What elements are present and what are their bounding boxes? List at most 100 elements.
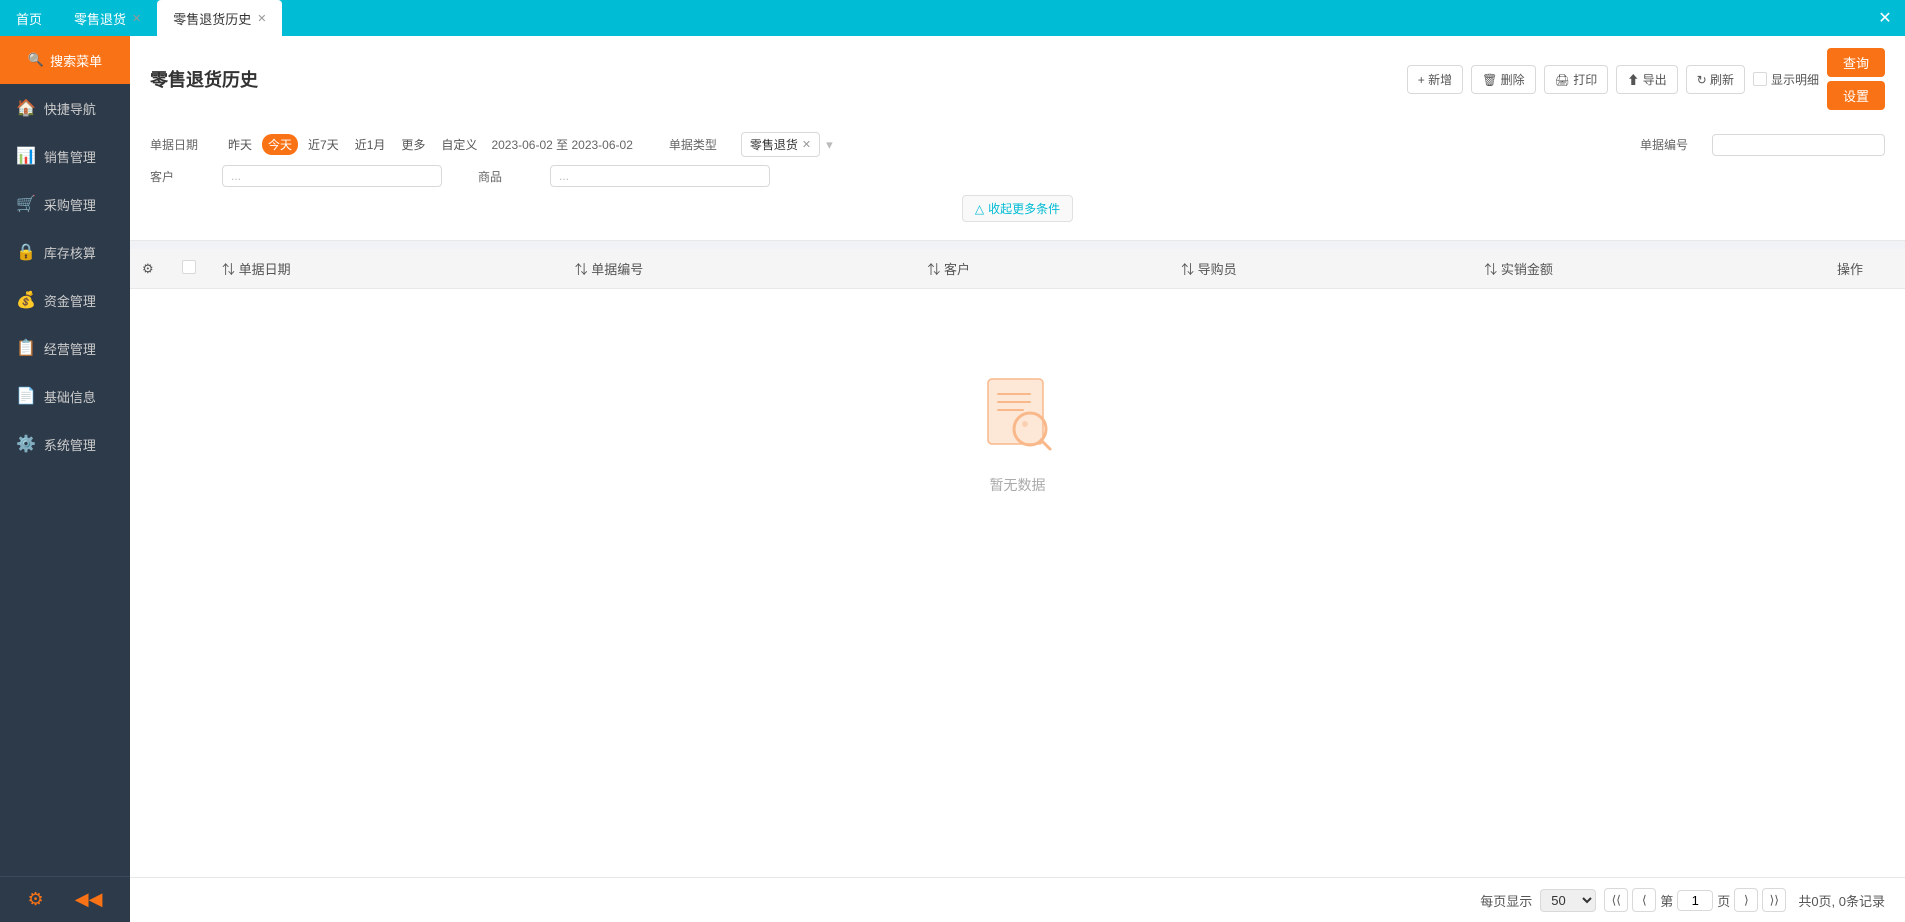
date-btn-7days[interactable]: 近7天 [302,134,345,155]
query-button[interactable]: 查询 [1827,48,1885,77]
operations-icon: 📋 [16,338,36,358]
date-btn-1month[interactable]: 近1月 [349,134,392,155]
collapse-button[interactable]: △ 收起更多条件 [962,195,1073,222]
date-options: 昨天 今天 近7天 近1月 更多 自定义 2023-06-02 至 2023-0… [222,134,633,155]
per-page-label: 每页显示 [1480,891,1532,910]
query-btn-group: 查询 设置 [1827,48,1885,110]
doc-type-tag-remove[interactable]: ✕ [802,138,811,151]
date-btn-today[interactable]: 今天 [262,134,298,155]
table-body: 暂无数据 [130,289,1905,576]
search-icon: 🔍 [28,52,44,68]
date-btn-yesterday[interactable]: 昨天 [222,134,258,155]
refresh-button[interactable]: ↻ 刷新 [1686,65,1745,94]
doc-type-dropdown[interactable]: ▾ [826,137,833,153]
total-info: 共0页, 0条记录 [1798,891,1885,910]
tab-retail-return-close[interactable]: ✕ [132,12,141,25]
tab-home[interactable]: 首页 [0,0,58,36]
tab-retail-return-history-label: 零售退货历史 [173,9,251,28]
sidebar-item-sales-mgmt[interactable]: 📊 销售管理 [0,132,130,180]
window-close-button[interactable]: ✕ [1865,0,1905,36]
sidebar-item-basic-info[interactable]: 📄 基础信息 [0,372,130,420]
delete-button[interactable]: 🗑 删除 [1471,65,1536,94]
tab-retail-return-history[interactable]: 零售退货历史 ✕ [157,0,282,36]
collapse-label: 收起更多条件 [988,200,1060,217]
display-toggle: 显示明细 [1753,71,1819,88]
export-button[interactable]: ⬆ 导出 [1616,65,1677,94]
th-action: 操作 [1825,249,1905,289]
sidebar-item-purchase-mgmt-label: 采购管理 [44,195,96,214]
date-range-display: 2023-06-02 至 2023-06-02 [491,136,632,153]
sidebar: 🔍 搜索菜单 🏠 快捷导航 📊 销售管理 🛒 采购管理 🔒 库存核算 💰 资金管… [0,36,130,922]
th-action-label: 操作 [1837,262,1863,277]
display-toggle-label: 显示明细 [1771,71,1819,88]
page-label: 第 [1660,891,1673,910]
add-button[interactable]: + 新增 [1407,65,1463,94]
tab-bar: 首页 零售退货 ✕ 零售退货历史 ✕ ✕ [0,0,1905,36]
settings-gear-icon[interactable]: ⚙ [28,889,44,910]
filter-row-1: 单据日期 昨天 今天 近7天 近1月 更多 自定义 2023-06-02 至 2… [150,132,1885,157]
date-btn-more[interactable]: 更多 [395,134,431,155]
doc-number-label: 单据编号 [1640,136,1696,153]
goods-placeholder: ... [559,169,569,183]
gear-icon[interactable]: ⚙ [142,261,154,276]
customer-placeholder: ... [231,169,241,183]
sidebar-item-finance[interactable]: 💰 资金管理 [0,276,130,324]
content-area: 零售退货历史 + 新增 🗑 删除 🖨 打印 ⬆ 导出 ↻ 刷新 显示明细 查询 … [130,36,1905,922]
page-number-input[interactable]: 1 [1677,890,1713,911]
table-header: ⚙ ⇅ 单据日期 ⇅ 单据编号 ⇅ 客户 [130,249,1905,289]
system-icon: ⚙️ [16,434,36,454]
th-guide-label: ⇅ 导购员 [1181,262,1237,277]
page-last-button[interactable]: ⟩⟩ [1762,888,1786,912]
page-prev-button[interactable]: ⟨ [1632,888,1656,912]
empty-state: 暂无数据 [130,289,1905,575]
doc-type-tag-group: 零售退货 ✕ ▾ [741,132,1604,157]
display-toggle-checkbox[interactable] [1753,72,1767,86]
th-guide[interactable]: ⇅ 导购员 [1169,249,1472,289]
th-date[interactable]: ⇅ 单据日期 [210,249,563,289]
th-gear[interactable]: ⚙ [130,249,170,289]
date-btn-custom[interactable]: 自定义 [435,134,483,155]
th-number[interactable]: ⇅ 单据编号 [563,249,916,289]
sidebar-item-finance-label: 资金管理 [44,291,96,310]
inventory-icon: 🔒 [16,242,36,262]
tab-retail-return-label: 零售退货 [74,9,126,28]
print-button[interactable]: 🖨 打印 [1544,65,1609,94]
page-title: 零售退货历史 [150,66,258,92]
th-customer[interactable]: ⇅ 客户 [915,249,1169,289]
sound-icon[interactable]: ◀◀ [75,889,103,910]
setting-button[interactable]: 设置 [1827,81,1885,110]
main-layout: 🔍 搜索菜单 🏠 快捷导航 📊 销售管理 🛒 采购管理 🔒 库存核算 💰 资金管… [0,36,1905,922]
sidebar-item-quick-nav[interactable]: 🏠 快捷导航 [0,84,130,132]
pagination-bar: 每页显示 50 10 20 100 ⟨⟨ ⟨ 第 1 页 ⟩ ⟩⟩ 共0页, 0… [130,877,1905,922]
th-check[interactable] [170,249,210,289]
per-page-select[interactable]: 50 10 20 100 [1540,889,1596,912]
sidebar-search-label: 搜索菜单 [50,51,102,70]
sidebar-item-inventory-label: 库存核算 [44,243,96,262]
th-date-label: ⇅ 单据日期 [222,262,291,277]
customer-label: 客户 [150,168,206,185]
sidebar-item-system-mgmt-label: 系统管理 [44,435,96,454]
tab-retail-return-history-close[interactable]: ✕ [257,12,266,25]
sidebar-search[interactable]: 🔍 搜索菜单 [0,36,130,84]
sidebar-item-basic-info-label: 基础信息 [44,387,96,406]
sidebar-item-inventory[interactable]: 🔒 库存核算 [0,228,130,276]
sales-icon: 📊 [16,146,36,166]
goods-label: 商品 [478,168,534,185]
sidebar-item-purchase-mgmt[interactable]: 🛒 采购管理 [0,180,130,228]
doc-type-tag-value: 零售退货 [750,136,798,153]
th-amount[interactable]: ⇅ 实销金额 [1472,249,1825,289]
page-first-button[interactable]: ⟨⟨ [1604,888,1628,912]
tab-retail-return[interactable]: 零售退货 ✕ [58,0,157,36]
select-all-checkbox[interactable] [182,260,196,274]
sidebar-item-quick-nav-label: 快捷导航 [44,99,96,118]
sidebar-item-system-mgmt[interactable]: ⚙️ 系统管理 [0,420,130,468]
doc-number-input[interactable] [1712,134,1885,156]
table-container: ⚙ ⇅ 单据日期 ⇅ 单据编号 ⇅ 客户 [130,249,1905,877]
collapse-icon: △ [975,202,984,216]
empty-illustration [968,369,1068,459]
page-next-button[interactable]: ⟩ [1734,888,1758,912]
sidebar-item-operations[interactable]: 📋 经营管理 [0,324,130,372]
customer-input[interactable]: ... [222,165,442,187]
doc-type-tag: 零售退货 ✕ [741,132,820,157]
goods-input[interactable]: ... [550,165,770,187]
